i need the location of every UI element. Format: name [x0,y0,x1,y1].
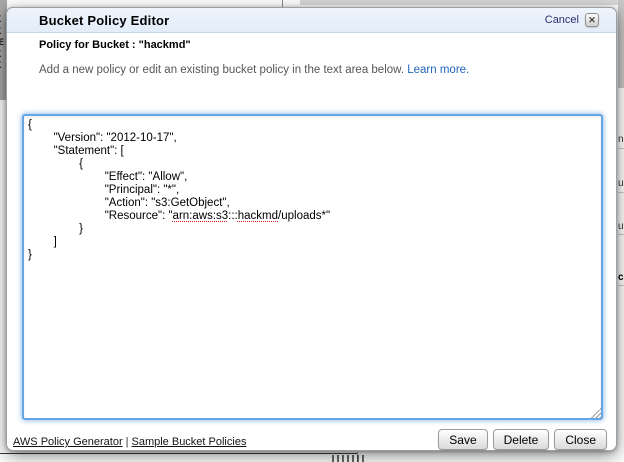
cancel-link[interactable]: Cancel [545,14,579,26]
backdrop-top-divider [282,0,283,7]
titlebar-actions: Cancel ✕ [545,13,616,27]
sample-bucket-policies-link[interactable]: Sample Bucket Policies [132,436,247,448]
dialog-title: Bucket Policy Editor [7,13,169,28]
textarea-resize-handle[interactable] [591,408,601,418]
dialog-button-row: Save Delete Close [438,429,607,450]
bucket-policy-editor-dialog: Bucket Policy Editor Cancel ✕ Policy for… [6,7,617,451]
backdrop-top-gray-band [300,0,624,5]
aws-policy-generator-link[interactable]: AWS Policy Generator [13,436,123,448]
dialog-description: Add a new policy or edit an existing buc… [39,64,469,76]
learn-more-link[interactable]: Learn more. [407,64,469,76]
backdrop-row-line [618,192,624,193]
policy-textarea[interactable]: { "Version": "2012-10-17", "Statement": … [22,114,603,420]
backdrop-bottom-text-fragment [332,455,364,462]
dialog-titlebar: Bucket Policy Editor Cancel ✕ [7,8,616,33]
footer-links: AWS Policy Generator|Sample Bucket Polic… [13,436,246,448]
backdrop-fragment: c [618,272,624,283]
description-text: Add a new policy or edit an existing buc… [39,64,404,76]
backdrop-fragment: u [618,221,624,232]
backdrop-row-line [618,148,624,149]
close-icon[interactable]: ✕ [585,13,599,27]
backdrop-row-line [618,234,624,235]
backdrop-bottom-divider [0,453,358,454]
backdrop-right-panel [618,0,624,88]
policy-for-bucket-label: Policy for Bucket : "hackmd" [39,39,191,51]
backdrop-row-line [618,285,624,286]
link-separator: | [123,436,132,448]
close-button[interactable]: Close [554,429,607,450]
backdrop-fragment: n [618,134,624,145]
save-button[interactable]: Save [438,429,487,450]
backdrop-fragment: u [618,178,624,189]
delete-button[interactable]: Delete [493,429,550,450]
